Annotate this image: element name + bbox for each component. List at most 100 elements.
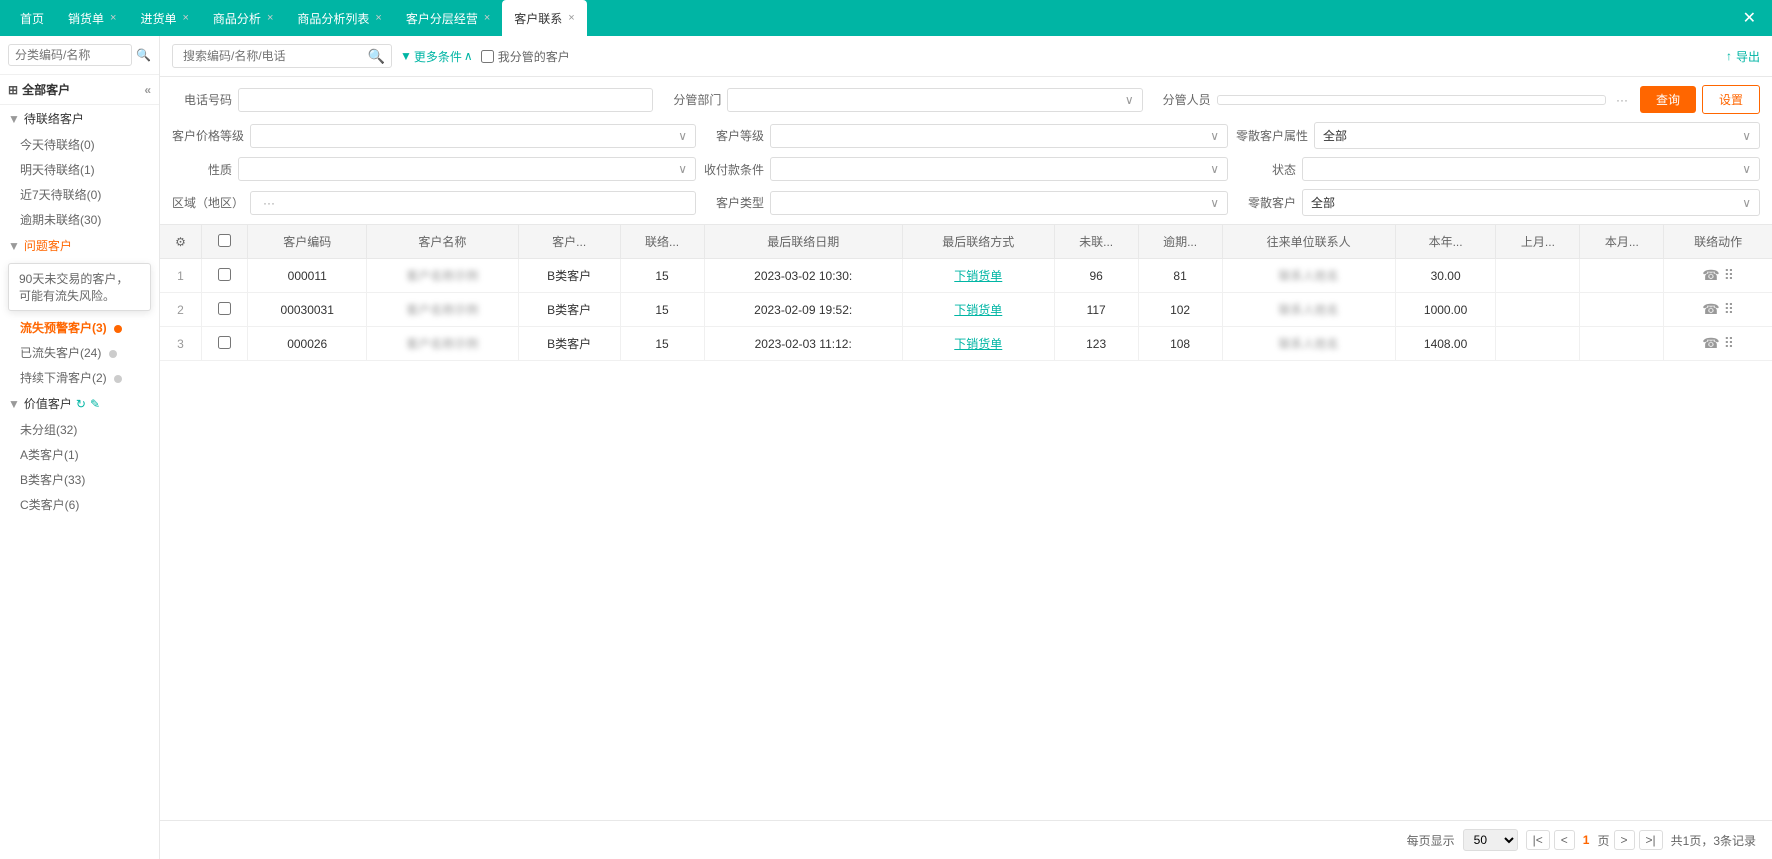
filter-region-select[interactable]: ···: [250, 191, 696, 215]
contact-icon[interactable]: ☎: [1702, 267, 1719, 284]
tab-home[interactable]: 首页: [8, 0, 56, 36]
sidebar-item-overdue[interactable]: 逾期未联络(30): [0, 207, 159, 232]
tab-product-analysis[interactable]: 商品分析 ×: [201, 0, 285, 36]
close-icon[interactable]: ×: [110, 12, 116, 24]
more-icon[interactable]: ···: [259, 196, 279, 210]
filter-phone-input[interactable]: [238, 88, 653, 112]
col-this-year[interactable]: 本年...: [1395, 225, 1496, 259]
more-conditions-btn[interactable]: ▼ 更多条件 ∧: [400, 48, 473, 65]
col-this-month[interactable]: 本月...: [1580, 225, 1664, 259]
sidebar-item-b-class[interactable]: B类客户(33): [0, 467, 159, 492]
filter-status: 状态 ∨: [1236, 157, 1760, 181]
chevron-down-icon: ∨: [1210, 162, 1219, 176]
sidebar-item-c-class[interactable]: C类客户(6): [0, 492, 159, 517]
row-contact-count: 15: [620, 293, 704, 327]
sidebar-group-problem[interactable]: ▼ 问题客户: [0, 232, 159, 259]
tab-customer-contact[interactable]: 客户联系 ×: [502, 0, 586, 36]
col-code[interactable]: 客户编码: [248, 225, 367, 259]
more-action-icon[interactable]: ⠿: [1724, 301, 1734, 318]
contact-icon[interactable]: ☎: [1702, 335, 1719, 352]
filter-nature-select[interactable]: ∨: [238, 157, 696, 181]
filter-dept: 分管部门 ∨: [661, 88, 1142, 112]
col-type[interactable]: 客户...: [518, 225, 620, 259]
col-last-method[interactable]: 最后联络方式: [902, 225, 1054, 259]
window-close-button[interactable]: ✕: [1735, 8, 1764, 28]
page-size-select[interactable]: 50 100 200: [1463, 829, 1518, 851]
row-checkbox[interactable]: [202, 259, 248, 293]
row-last-method[interactable]: 下销货单: [902, 259, 1054, 293]
filter-status-select[interactable]: ∨: [1302, 157, 1760, 181]
col-no-contact[interactable]: 未联...: [1054, 225, 1138, 259]
search-input[interactable]: [179, 45, 368, 67]
tab-sales[interactable]: 销货单 ×: [56, 0, 128, 36]
col-last-month[interactable]: 上月...: [1496, 225, 1580, 259]
my-customers-checkbox[interactable]: [481, 50, 494, 63]
query-button[interactable]: 查询: [1640, 86, 1696, 113]
filter-zero-attribute-select[interactable]: 全部 ∨: [1314, 122, 1760, 149]
row-last-method[interactable]: 下销货单: [902, 327, 1054, 361]
row-this-month: [1580, 259, 1664, 293]
sidebar-search-wrap: 🔍: [0, 36, 159, 75]
next-page-btn[interactable]: >: [1614, 830, 1635, 850]
col-contact-person[interactable]: 往来单位联系人: [1222, 225, 1395, 259]
search-submit-icon[interactable]: 🔍: [368, 48, 385, 65]
filter-grade-select[interactable]: ∨: [770, 124, 1228, 148]
more-icon[interactable]: ···: [1612, 93, 1632, 107]
sidebar-item-7days[interactable]: 近7天待联络(0): [0, 182, 159, 207]
col-contact-count[interactable]: 联络...: [620, 225, 704, 259]
more-action-icon[interactable]: ⠿: [1724, 335, 1734, 352]
filter-customer-type-select[interactable]: ∨: [770, 191, 1228, 215]
col-overdue[interactable]: 逾期...: [1138, 225, 1222, 259]
close-icon[interactable]: ×: [182, 12, 188, 24]
sidebar-item-today[interactable]: 今天待联络(0): [0, 132, 159, 157]
close-icon[interactable]: ×: [375, 12, 381, 24]
col-last-date[interactable]: 最后联络日期: [704, 225, 902, 259]
sidebar-search-input[interactable]: [8, 44, 132, 66]
sidebar-item-churned[interactable]: 已流失客户(24): [0, 340, 159, 365]
sidebar-item-declining[interactable]: 持续下滑客户(2): [0, 365, 159, 390]
sidebar-group-pending[interactable]: ▼ 待联络客户: [0, 105, 159, 132]
sidebar-all-customers[interactable]: ⊞ 全部客户 «: [0, 75, 159, 105]
col-checkbox[interactable]: [202, 225, 248, 259]
first-page-btn[interactable]: |<: [1526, 830, 1550, 850]
sidebar-item-churn-warning[interactable]: 流失预警客户(3): [0, 315, 159, 340]
close-icon[interactable]: ×: [568, 12, 574, 24]
contact-icon[interactable]: ☎: [1702, 301, 1719, 318]
tab-customer-layer[interactable]: 客户分层经营 ×: [394, 0, 502, 36]
filter-dept-select[interactable]: ∨: [727, 88, 1142, 112]
collapse-icon: «: [144, 83, 151, 97]
close-icon[interactable]: ×: [484, 12, 490, 24]
filter-customer-type: 客户类型 ∨: [704, 191, 1228, 215]
filter-person-select[interactable]: [1217, 95, 1606, 105]
more-action-icon[interactable]: ⠿: [1724, 267, 1734, 284]
tab-product-list[interactable]: 商品分析列表 ×: [285, 0, 393, 36]
sidebar-item-a-class[interactable]: A类客户(1): [0, 442, 159, 467]
filter-price-grade-select[interactable]: ∨: [250, 124, 696, 148]
close-icon[interactable]: ×: [267, 12, 273, 24]
filter-zero-customer-select[interactable]: 全部 ∨: [1302, 189, 1760, 216]
last-page-btn[interactable]: >|: [1639, 830, 1663, 850]
search-icon[interactable]: 🔍: [136, 48, 151, 62]
col-settings[interactable]: ⚙: [160, 225, 202, 259]
settings-button[interactable]: 设置: [1702, 85, 1760, 114]
sidebar-item-tomorrow[interactable]: 明天待联络(1): [0, 157, 159, 182]
col-name[interactable]: 客户名称: [366, 225, 518, 259]
table-header-row: ⚙ 客户编码 客户名称 客户... 联络... 最后联络日期 最后联络方式 未联…: [160, 225, 1772, 259]
row-code: 000026: [248, 327, 367, 361]
select-all-checkbox[interactable]: [218, 234, 231, 247]
edit-icon[interactable]: ✎: [90, 397, 100, 411]
filter-payment-select[interactable]: ∨: [770, 157, 1228, 181]
chevron-down-icon: ∨: [1210, 129, 1219, 143]
row-last-month: [1496, 293, 1580, 327]
sidebar-group-value[interactable]: ▼ 价值客户 ↻ ✎: [0, 390, 159, 417]
sidebar-item-ungrouped[interactable]: 未分组(32): [0, 417, 159, 442]
refresh-icon[interactable]: ↻: [76, 397, 86, 411]
prev-page-btn[interactable]: <: [1554, 830, 1575, 850]
row-checkbox[interactable]: [202, 293, 248, 327]
tab-purchase[interactable]: 进货单 ×: [128, 0, 200, 36]
export-button[interactable]: ↑ 导出: [1726, 48, 1760, 65]
row-last-method[interactable]: 下销货单: [902, 293, 1054, 327]
chevron-down-icon: ∨: [1742, 129, 1751, 143]
row-checkbox[interactable]: [202, 327, 248, 361]
my-customers-checkbox-wrap[interactable]: 我分管的客户: [481, 48, 570, 65]
